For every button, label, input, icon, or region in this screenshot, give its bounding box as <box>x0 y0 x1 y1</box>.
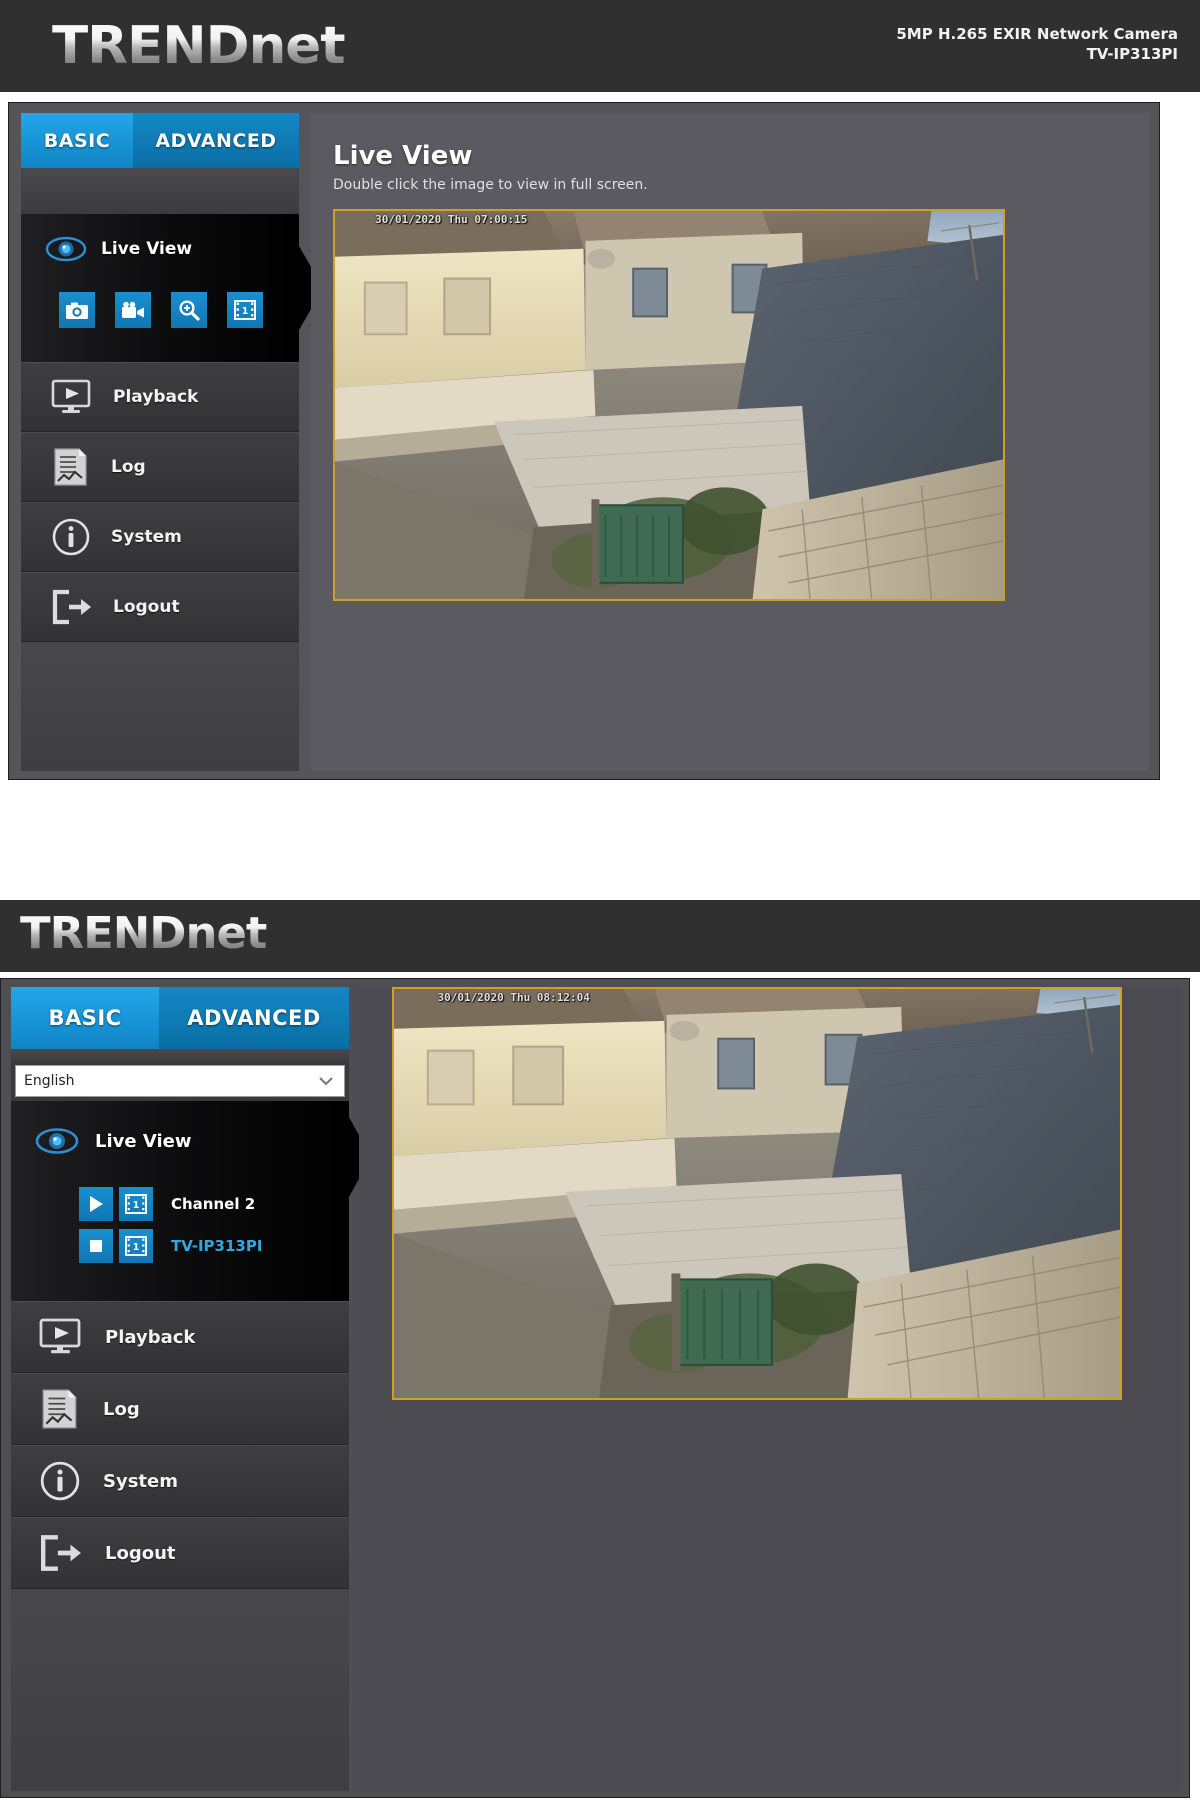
eye-icon <box>45 236 87 262</box>
panel-one: TRENDnet 5MP H.265 EXIR Network Camera T… <box>0 0 1200 890</box>
tab-advanced-label: ADVANCED <box>155 129 277 152</box>
logout-icon <box>39 1534 83 1572</box>
live-view-label-two: Live View <box>95 1130 192 1152</box>
sidebar-item-log[interactable]: Log <box>21 432 299 502</box>
content-empty-area-two <box>359 1405 1181 1791</box>
svg-text:1: 1 <box>133 1242 140 1253</box>
panel-two-header: TRENDnet <box>0 900 1200 972</box>
sidebar-item-logout[interactable]: Logout <box>21 572 299 642</box>
logout-label-two: Logout <box>105 1542 176 1564</box>
panel-one-sidebar: Live View 1 Playback Log System Logout <box>21 168 323 771</box>
panel-two-content: 30/01/2020 Thu 08:12:04 <box>359 987 1181 1791</box>
log-icon <box>39 1388 81 1430</box>
language-select[interactable]: English <box>15 1065 345 1097</box>
page-subtitle: Double click the image to view in full s… <box>333 177 648 193</box>
language-selected-value: English <box>24 1073 75 1089</box>
record-icon[interactable] <box>115 292 151 328</box>
panel-one-header: TRENDnet 5MP H.265 EXIR Network Camera T… <box>0 0 1200 92</box>
log-label: Log <box>111 457 146 477</box>
sidebar-item-system[interactable]: System <box>21 502 299 572</box>
svg-text:1: 1 <box>133 1200 140 1211</box>
info-icon <box>39 1460 81 1502</box>
live-video-player-one[interactable]: 30/01/2020 Thu 07:00:15 <box>333 209 1005 601</box>
tab-advanced[interactable]: ADVANCED <box>133 113 299 168</box>
product-line-text: 5MP H.265 EXIR Network Camera <box>896 25 1178 43</box>
panel-separator <box>0 890 1200 900</box>
video-frame-image <box>335 211 1003 599</box>
tab-basic[interactable]: BASIC <box>21 113 133 168</box>
page-title: Live View <box>333 141 473 171</box>
sidebar-item-playback-two[interactable]: Playback <box>11 1301 349 1373</box>
stop-icon[interactable] <box>79 1229 113 1263</box>
tab-advanced-two[interactable]: ADVANCED <box>159 987 349 1049</box>
video-frame-image-two <box>394 989 1120 1398</box>
logout-icon <box>51 589 93 625</box>
live-video-player-two[interactable]: 30/01/2020 Thu 08:12:04 <box>392 987 1122 1400</box>
panel-one-card: BASIC ADVANCED Live View 1 Playback Log … <box>8 102 1160 780</box>
sidebar-item-system-two[interactable]: System <box>11 1445 349 1517</box>
chevron-down-icon <box>318 1076 344 1086</box>
live-view-section-two: Live View 1 Channel 2 1 TV-IP313PI <box>11 1101 371 1301</box>
panel-one-content: Live View Double click the image to view… <box>311 113 1149 771</box>
video-timestamp-two: 30/01/2020 Thu 08:12:04 <box>437 991 590 1004</box>
sidebar-item-logout-two[interactable]: Logout <box>11 1517 349 1589</box>
play-icon[interactable] <box>79 1187 113 1221</box>
tab-basic-two[interactable]: BASIC <box>11 987 159 1049</box>
system-label-two: System <box>103 1470 178 1492</box>
live-view-section: Live View 1 <box>21 214 323 362</box>
tab-advanced-two-label: ADVANCED <box>187 1006 321 1030</box>
channel-row-1[interactable]: 1 Channel 2 <box>79 1187 255 1221</box>
sidebar-top-strip <box>21 168 299 214</box>
trendnet-logo-two: TRENDnet <box>20 908 267 959</box>
sidebar-item-live-view[interactable]: Live View <box>45 236 192 262</box>
live-view-label: Live View <box>101 239 193 259</box>
trendnet-logo: TRENDnet <box>52 16 345 76</box>
tab-basic-two-label: BASIC <box>48 1006 122 1030</box>
channel-1-label: Channel 2 <box>171 1195 256 1213</box>
sidebar-item-log-two[interactable]: Log <box>11 1373 349 1445</box>
playback-label: Playback <box>113 387 199 407</box>
product-model-text: TV-IP313PI <box>1086 44 1178 63</box>
eye-icon <box>35 1127 79 1155</box>
playback-icon <box>51 379 93 415</box>
sidebar-filler-two <box>11 1589 349 1791</box>
playback-icon <box>39 1318 83 1356</box>
channel-icon[interactable]: 1 <box>119 1187 153 1221</box>
product-model-block: 5MP H.265 EXIR Network Camera TV-IP313PI <box>896 25 1178 65</box>
logout-label: Logout <box>113 597 180 617</box>
channel-icon[interactable]: 1 <box>227 292 263 328</box>
channel-icon[interactable]: 1 <box>119 1229 153 1263</box>
panel-two-card: BASIC ADVANCED English Live View 1 Chann… <box>0 978 1190 1798</box>
channel-row-2[interactable]: 1 TV-IP313PI <box>79 1229 262 1263</box>
panel-one-tabbar: BASIC ADVANCED <box>21 113 299 168</box>
tab-basic-label: BASIC <box>43 129 111 152</box>
sidebar-filler <box>21 642 299 771</box>
sidebar-item-live-view-two[interactable]: Live View <box>35 1127 191 1155</box>
info-icon <box>51 517 91 557</box>
system-label: System <box>111 527 182 547</box>
panel-two-sidebar: English Live View 1 Channel 2 1 TV-IP313… <box>11 1049 371 1791</box>
log-icon <box>51 447 91 487</box>
playback-label-two: Playback <box>105 1326 196 1348</box>
panel-two: TRENDnet BASIC ADVANCED English Live Vie… <box>0 900 1200 1802</box>
panel-two-tabbar: BASIC ADVANCED <box>11 987 349 1049</box>
svg-text:1: 1 <box>242 306 249 317</box>
channel-2-label: TV-IP313PI <box>171 1237 263 1255</box>
video-timestamp-one: 30/01/2020 Thu 07:00:15 <box>375 213 528 226</box>
zoom-icon[interactable] <box>171 292 207 328</box>
log-label-two: Log <box>103 1398 140 1420</box>
snapshot-icon[interactable] <box>59 292 95 328</box>
sidebar-top-strip-two <box>11 1049 349 1063</box>
sidebar-item-playback[interactable]: Playback <box>21 362 299 432</box>
live-view-toolbar: 1 <box>59 292 263 328</box>
